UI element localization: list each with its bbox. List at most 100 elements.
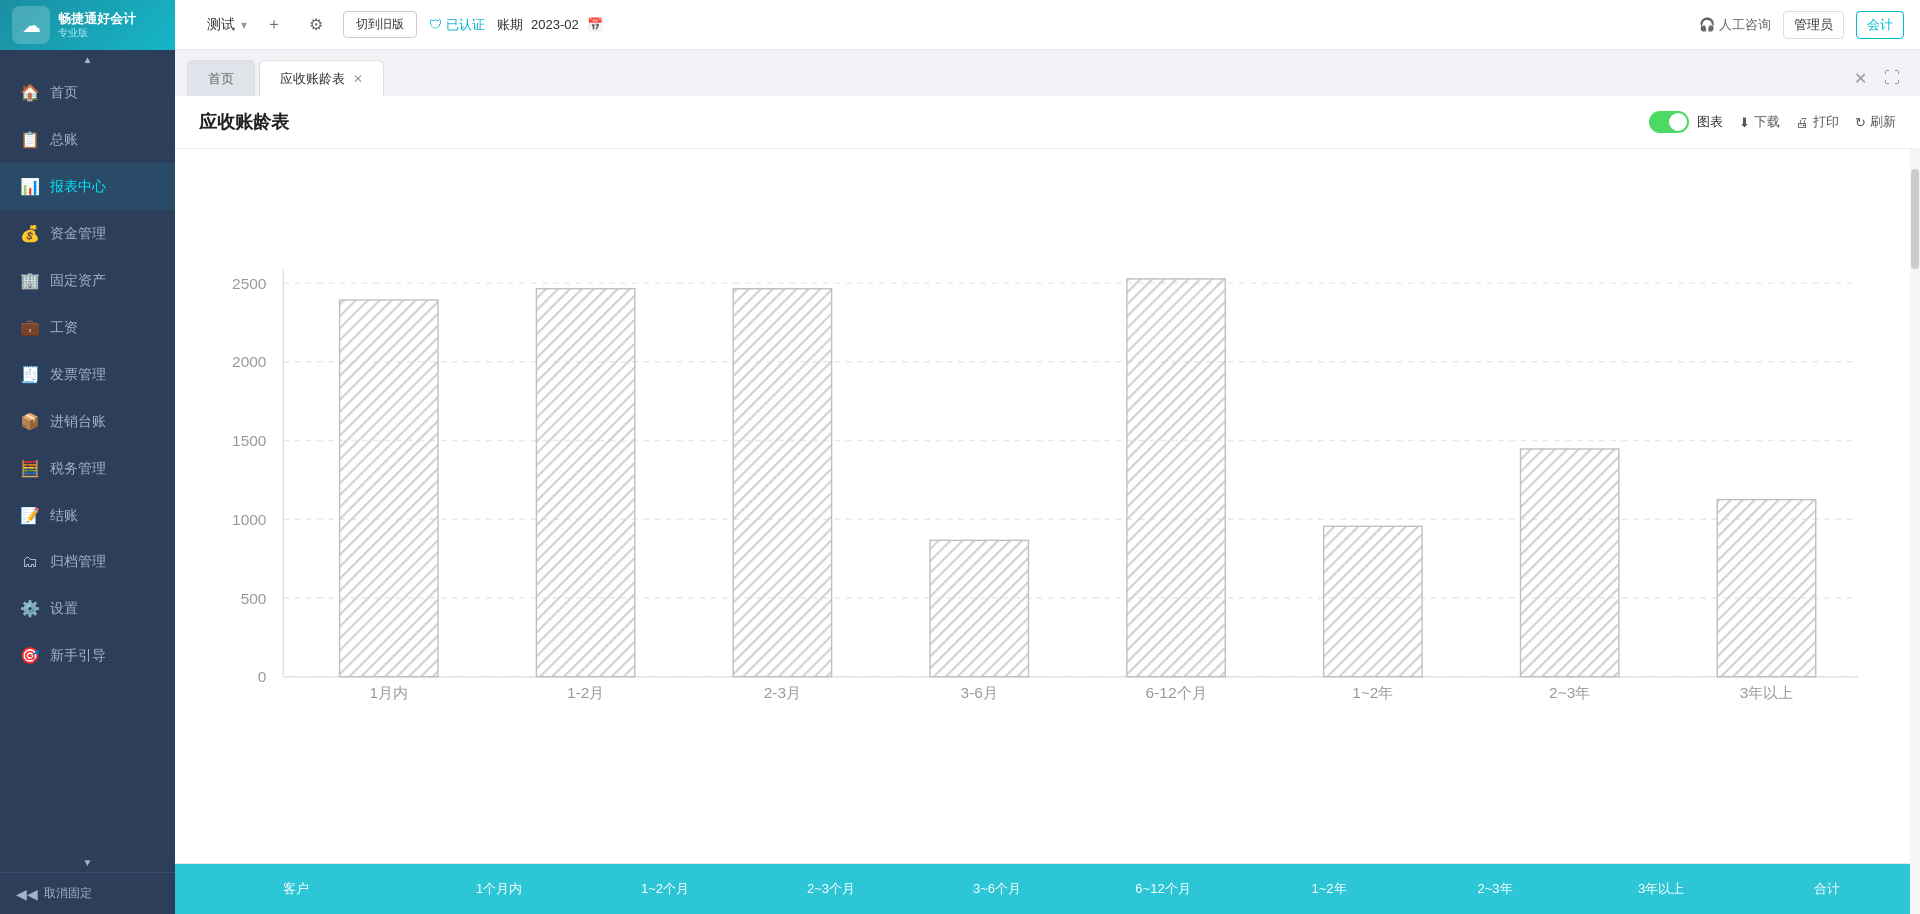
sidebar: ▲ 🏠 首页 📋 总账 📊 报表中心 💰 资金管理 🏢 固定资产 [0,50,175,914]
company-selector[interactable]: 测试 ▾ [207,16,247,34]
chevron-down-icon: ▾ [241,18,247,32]
col-2-3m: 2~3个月 [748,864,914,914]
sidebar-label-archive: 归档管理 [50,553,106,571]
sidebar-item-invoice[interactable]: 🧾 发票管理 [0,351,175,398]
tab-close-window-icon[interactable]: ✕ [1848,66,1872,90]
support-button[interactable]: 🎧 人工咨询 [1699,16,1771,34]
sidebar-item-ledger[interactable]: 📋 总账 [0,116,175,163]
tab-aging-label: 应收账龄表 [280,70,345,88]
tab-home-label: 首页 [208,70,234,88]
col-1-2y: 1~2年 [1246,864,1412,914]
col-total: 合计 [1744,864,1910,914]
chart-toggle-switch[interactable] [1649,111,1689,133]
scrollbar-thumb [1911,169,1919,269]
fixed-assets-icon: 🏢 [20,271,40,290]
main-content: 0 500 1000 1500 2000 2500 [175,149,1910,914]
role-button[interactable]: 会计 [1856,11,1904,39]
sidebar-label-guide: 新手引导 [50,647,106,665]
download-button[interactable]: ⬇ 下载 [1739,113,1780,131]
page-actions: 图表 ⬇ 下载 🖨 打印 ↻ 刷新 [1649,111,1896,133]
tab-expand-icon[interactable]: ⛶ [1880,66,1904,90]
page-content: 应收账龄表 图表 ⬇ 下载 🖨 打印 ↻ [175,96,1920,914]
sidebar-item-funds[interactable]: 💰 资金管理 [0,210,175,257]
payroll-icon: 💼 [20,318,40,337]
tab-bar: 首页 应收账龄表 ✕ ✕ ⛶ [175,50,1920,96]
scroll-down-indicator[interactable]: ▼ [0,853,175,872]
bar-3 [733,289,831,677]
bar-7 [1520,449,1618,677]
table-header: 客户 1个月内 1~2个月 2~3个月 3~6个月 6~12个月 1~2年 2~… [175,864,1910,914]
svg-text:3年以上: 3年以上 [1740,684,1794,701]
sidebar-item-home[interactable]: 🏠 首页 [0,69,175,116]
sidebar-item-reports[interactable]: 📊 报表中心 [0,163,175,210]
reports-icon: 📊 [20,177,40,196]
svg-text:500: 500 [241,590,267,607]
guide-icon: 🎯 [20,646,40,665]
bar-2 [536,289,634,677]
bar-8 [1717,500,1815,677]
svg-text:1-2月: 1-2月 [567,684,604,701]
sidebar-label-payroll: 工资 [50,319,78,337]
svg-text:6-12个月: 6-12个月 [1146,684,1207,701]
certified-label: 已认证 [446,16,485,34]
download-label: 下载 [1754,113,1780,131]
logo-subtitle: 专业版 [58,27,136,39]
print-button[interactable]: 🖨 打印 [1796,113,1839,131]
invoice-icon: 🧾 [20,365,40,384]
old-version-button[interactable]: 切到旧版 [343,11,417,38]
tax-icon: 🧮 [20,459,40,478]
logo-text: 畅捷通好会计 专业版 [58,11,136,40]
col-2-3y: 2~3年 [1412,864,1578,914]
tab-home[interactable]: 首页 [187,60,255,96]
company-name: 测试 [207,16,235,34]
sidebar-item-payroll[interactable]: 💼 工资 [0,304,175,351]
settings-side-icon: ⚙️ [20,599,40,618]
scroll-up-indicator[interactable]: ▲ [0,50,175,69]
refresh-icon: ↻ [1855,115,1866,130]
sidebar-item-archive[interactable]: 🗂 归档管理 [0,539,175,585]
right-scrollbar[interactable] [1910,149,1920,914]
print-icon: 🖨 [1796,115,1809,130]
period-text: 账期 [497,16,523,34]
page-title: 应收账龄表 [199,110,289,134]
chart-container: 0 500 1000 1500 2000 2500 [175,149,1910,863]
chart-toggle-label: 图表 [1697,113,1723,131]
sidebar-item-closing[interactable]: 📝 结账 [0,492,175,539]
chart-toggle-group: 图表 [1649,111,1723,133]
archive-icon: 🗂 [20,553,40,571]
support-label: 人工咨询 [1719,16,1771,34]
svg-text:1500: 1500 [232,432,266,449]
sidebar-item-fixed-assets[interactable]: 🏢 固定资产 [0,257,175,304]
table-section: 客户 1个月内 1~2个月 2~3个月 3~6个月 6~12个月 1~2年 2~… [175,863,1910,914]
ledger-icon: 📋 [20,130,40,149]
bar-5 [1127,279,1225,677]
tab-aging[interactable]: 应收账龄表 ✕ [259,60,384,96]
certified-badge: 🛡 已认证 [429,16,485,34]
col-customer: 客户 [175,864,416,914]
headset-icon: 🎧 [1699,17,1715,32]
sidebar-label-home: 首页 [50,84,78,102]
logo-icon: ☁ [12,6,50,44]
sidebar-label-sales: 进销台账 [50,413,106,431]
sidebar-item-sales[interactable]: 📦 进销台账 [0,398,175,445]
add-icon[interactable]: ＋ [259,10,289,40]
period-label: 账期 2023-02 📅 [497,16,603,34]
sidebar-item-tax[interactable]: 🧮 税务管理 [0,445,175,492]
main-layout: ▲ 🏠 首页 📋 总账 📊 报表中心 💰 资金管理 🏢 固定资产 [0,50,1920,914]
sidebar-label-funds: 资金管理 [50,225,106,243]
refresh-button[interactable]: ↻ 刷新 [1855,113,1896,131]
col-1-2m: 1~2个月 [582,864,748,914]
user-button[interactable]: 管理员 [1783,11,1844,39]
cancel-fixed-label: 取消固定 [44,885,92,902]
sidebar-item-guide[interactable]: 🎯 新手引导 [0,632,175,679]
cancel-fixed-button[interactable]: ◀◀ 取消固定 [0,872,175,914]
tab-close-icon[interactable]: ✕ [353,73,363,85]
svg-text:2-3月: 2-3月 [764,684,801,701]
sidebar-item-settings[interactable]: ⚙️ 设置 [0,585,175,632]
settings-icon[interactable]: ⚙ [301,10,331,40]
refresh-label: 刷新 [1870,113,1896,131]
calendar-icon[interactable]: 📅 [587,17,603,32]
sidebar-label-tax: 税务管理 [50,460,106,478]
svg-text:2500: 2500 [232,275,266,292]
sidebar-label-fixed-assets: 固定资产 [50,272,106,290]
